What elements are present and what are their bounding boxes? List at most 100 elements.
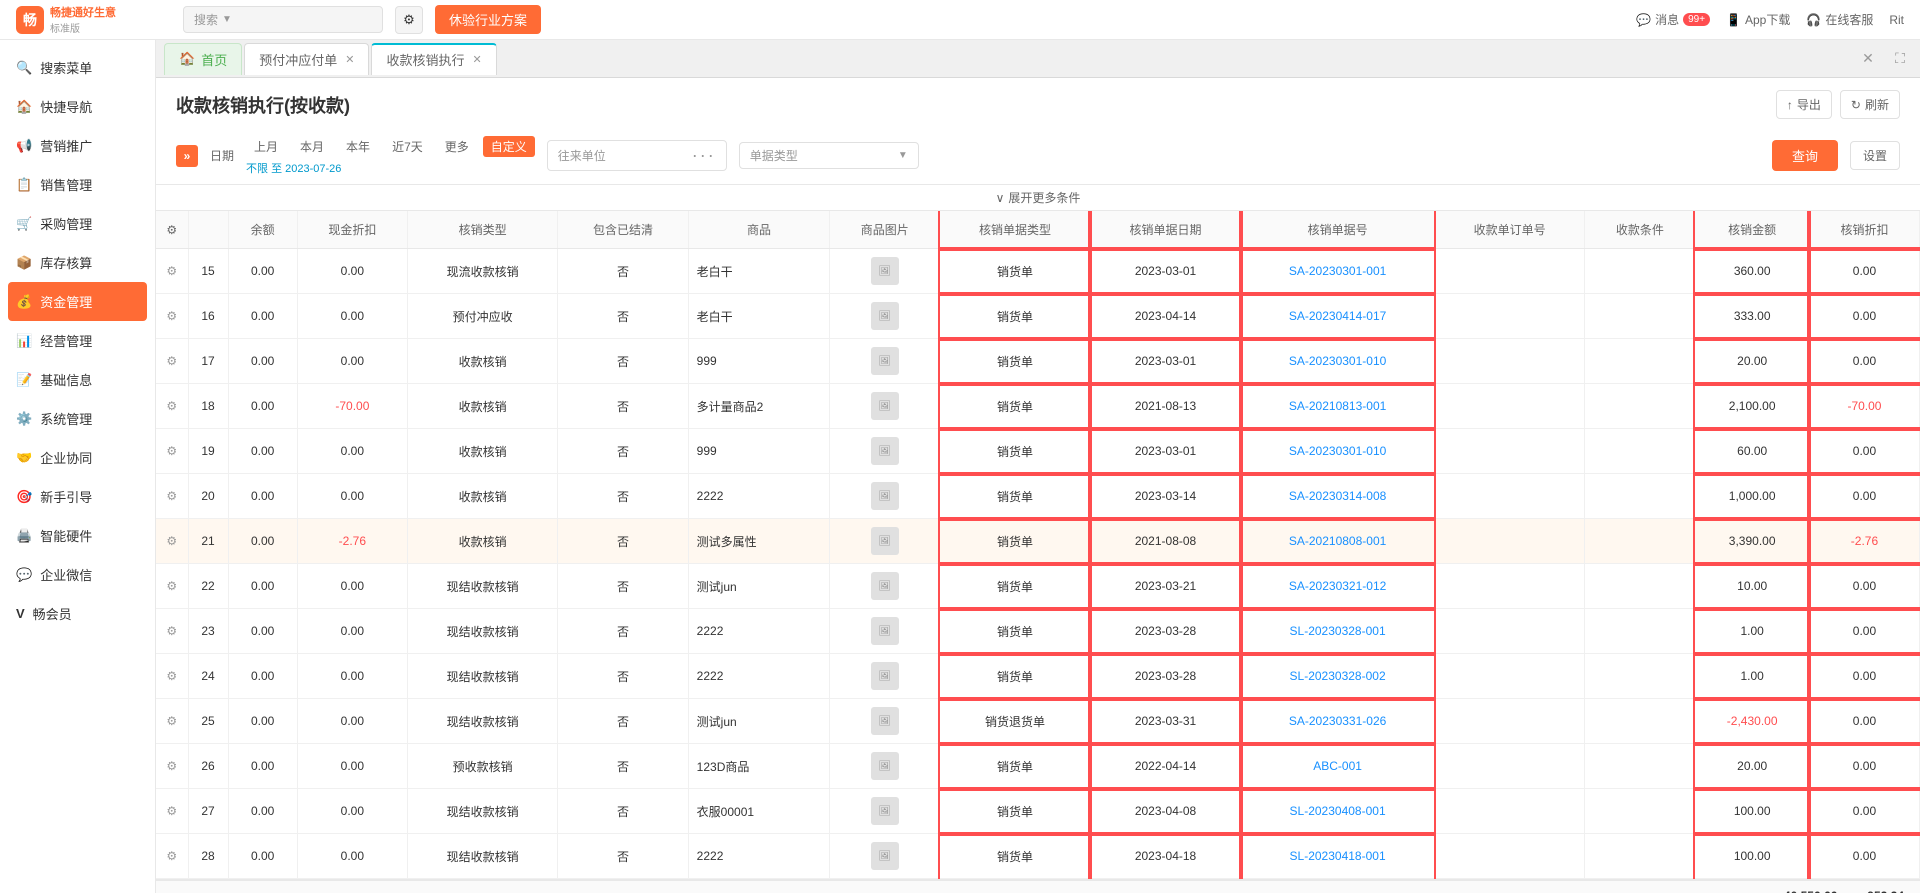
user-name[interactable]: Rit [1889, 13, 1904, 27]
sidebar-item-enterprise[interactable]: 🤝 企业协同 [0, 438, 155, 477]
service-label: 在线客服 [1825, 11, 1873, 28]
date-btn-more[interactable]: 更多 [437, 135, 477, 158]
cancel-bill-no-link[interactable]: SA-20210813-001 [1289, 399, 1386, 413]
table-row: ⚙ 22 0.00 0.00 现结收款核销 否 测试jun 🖼 销货单 2023… [156, 564, 1920, 609]
cell-cancel-discount: -2.76 [1809, 519, 1919, 564]
cancel-bill-no-link[interactable]: SL-20230418-001 [1290, 849, 1386, 863]
date-btn-this-month[interactable]: 本月 [292, 135, 332, 158]
sidebar-item-search[interactable]: 🔍 搜索菜单 [0, 48, 155, 87]
export-button[interactable]: ↑ 导出 [1776, 90, 1832, 119]
sidebar-item-navigation[interactable]: 🏠 快捷导航 [0, 87, 155, 126]
tab-receipt-cancel[interactable]: 收款核销执行 ✕ [371, 43, 496, 75]
single-type-select[interactable]: 单据类型 ▼ [739, 142, 919, 169]
cancel-bill-no-link[interactable]: SA-20230414-017 [1289, 309, 1386, 323]
table-row: ⚙ 21 0.00 -2.76 收款核销 否 测试多属性 🖼 销货单 2021-… [156, 519, 1920, 564]
sidebar-item-hardware[interactable]: 🖨️ 智能硬件 [0, 516, 155, 555]
sidebar-item-sales[interactable]: 📋 销售管理 [0, 165, 155, 204]
sidebar-item-guide[interactable]: 🎯 新手引导 [0, 477, 155, 516]
cell-cancel-type: 现结收款核销 [407, 789, 558, 834]
row-settings-icon[interactable]: ⚙ [166, 579, 177, 593]
row-settings-icon[interactable]: ⚙ [166, 489, 177, 503]
row-settings-icon[interactable]: ⚙ [166, 759, 177, 773]
close-window-button[interactable]: ✕ [1856, 47, 1880, 71]
logo-text: 畅捷通好生意 [50, 4, 116, 20]
online-service-item[interactable]: 🎧 在线客服 [1806, 11, 1873, 28]
expand-button[interactable]: » [176, 145, 198, 167]
tab-prepayment[interactable]: 预付冲应付单 ✕ [244, 43, 369, 75]
cell-balance: 0.00 [228, 249, 297, 294]
goods-image: 🖼 [871, 527, 899, 555]
date-btn-this-year[interactable]: 本年 [338, 135, 378, 158]
cell-included-settled: 否 [558, 249, 688, 294]
cell-balance: 0.00 [228, 744, 297, 789]
cancel-bill-no-link[interactable]: SA-20230331-026 [1289, 714, 1386, 728]
row-settings-icon[interactable]: ⚙ [166, 669, 177, 683]
sidebar-item-marketing[interactable]: 📢 营销推广 [0, 126, 155, 165]
sidebar-item-basics[interactable]: 📝 基础信息 [0, 360, 155, 399]
search-box[interactable]: 搜索 ▼ [183, 6, 383, 33]
sidebar-item-inventory[interactable]: 📦 库存核算 [0, 243, 155, 282]
row-settings-icon[interactable]: ⚙ [166, 804, 177, 818]
message-nav-item[interactable]: 💬 消息 99+ [1636, 11, 1710, 28]
industry-button[interactable]: 休验行业方案 [435, 5, 541, 34]
date-btn-7days[interactable]: 近7天 [384, 135, 431, 158]
gear-button[interactable]: ⚙ [395, 6, 423, 34]
sidebar-item-purchase[interactable]: 🛒 采购管理 [0, 204, 155, 243]
inventory-icon: 📦 [16, 255, 32, 271]
row-settings-icon[interactable]: ⚙ [166, 399, 177, 413]
cell-cancel-amount: 100.00 [1695, 834, 1810, 879]
cell-cancel-bill-no: SA-20230314-008 [1241, 474, 1435, 519]
cancel-bill-no-link[interactable]: ABC-001 [1313, 759, 1362, 773]
date-btn-custom[interactable]: 自定义 [483, 136, 535, 157]
refresh-button[interactable]: ↻ 刷新 [1840, 90, 1900, 119]
cancel-bill-no-link[interactable]: SA-20210808-001 [1289, 534, 1386, 548]
cell-goods: 2222 [688, 834, 830, 879]
cancel-bill-no-link[interactable]: SL-20230328-001 [1290, 624, 1386, 638]
row-settings-icon[interactable]: ⚙ [166, 849, 177, 863]
cell-cancel-type: 现结收款核销 [407, 654, 558, 699]
cancel-bill-no-link[interactable]: SL-20230408-001 [1290, 804, 1386, 818]
app-download-item[interactable]: 📱 App下载 [1726, 11, 1790, 28]
tab-home[interactable]: 🏠 首页 [164, 43, 242, 75]
cancel-bill-no-link[interactable]: SA-20230321-012 [1289, 579, 1386, 593]
sidebar-item-member[interactable]: V 畅会员 [0, 594, 155, 633]
expand-more-button[interactable]: ∨ 展开更多条件 [996, 189, 1081, 206]
row-settings-icon[interactable]: ⚙ [166, 624, 177, 638]
row-settings-icon[interactable]: ⚙ [166, 534, 177, 548]
query-button[interactable]: 查询 [1772, 140, 1838, 171]
sidebar-item-finance[interactable]: 💰 资金管理 [8, 282, 147, 321]
tab-prepayment-close[interactable]: ✕ [345, 53, 354, 66]
table-scroll[interactable]: ⚙ 余额 现金折扣 核销类型 包含已结清 商品 商品图片 核销单据类型 核销单据… [156, 211, 1920, 879]
main-content: 🏠 首页 预付冲应付单 ✕ 收款核销执行 ✕ ✕ ⛶ 收款核销执行(按收款) [156, 40, 1920, 893]
cell-cancel-bill-type: 销货单 [940, 564, 1091, 609]
settings-button[interactable]: 设置 [1850, 141, 1900, 170]
cell-included-settled: 否 [558, 654, 688, 699]
goods-image: 🖼 [871, 752, 899, 780]
cell-receipt-order-no [1434, 564, 1585, 609]
wechat-icon: 💬 [16, 567, 32, 583]
finance-icon: 💰 [16, 294, 32, 310]
maximize-window-button[interactable]: ⛶ [1888, 47, 1912, 71]
cell-balance: 0.00 [228, 609, 297, 654]
sidebar-item-system[interactable]: ⚙️ 系统管理 [0, 399, 155, 438]
row-settings-icon[interactable]: ⚙ [166, 444, 177, 458]
row-settings-icon[interactable]: ⚙ [166, 309, 177, 323]
tab-receipt-cancel-close[interactable]: ✕ [472, 53, 481, 66]
date-btn-last-month[interactable]: 上月 [246, 135, 286, 158]
cell-cancel-bill-date: 2021-08-08 [1090, 519, 1241, 564]
sidebar-item-wechat[interactable]: 💬 企业微信 [0, 555, 155, 594]
cancel-bill-no-link[interactable]: SL-20230328-002 [1290, 669, 1386, 683]
cancel-bill-no-link[interactable]: SA-20230301-010 [1289, 354, 1386, 368]
cancel-bill-no-link[interactable]: SA-20230301-001 [1289, 264, 1386, 278]
cancel-bill-no-link[interactable]: SA-20230301-010 [1289, 444, 1386, 458]
counterpart-input[interactable]: 往来单位 ··· [547, 140, 727, 171]
cell-goods: 老白干 [688, 294, 830, 339]
row-settings-icon[interactable]: ⚙ [166, 354, 177, 368]
cell-goods: 测试jun [688, 564, 830, 609]
sidebar-item-operations[interactable]: 📊 经营管理 [0, 321, 155, 360]
row-settings-icon[interactable]: ⚙ [166, 264, 177, 278]
cell-included-settled: 否 [558, 789, 688, 834]
cancel-bill-no-link[interactable]: SA-20230314-008 [1289, 489, 1386, 503]
expand-more-label: 展开更多条件 [1008, 189, 1080, 206]
row-settings-icon[interactable]: ⚙ [166, 714, 177, 728]
